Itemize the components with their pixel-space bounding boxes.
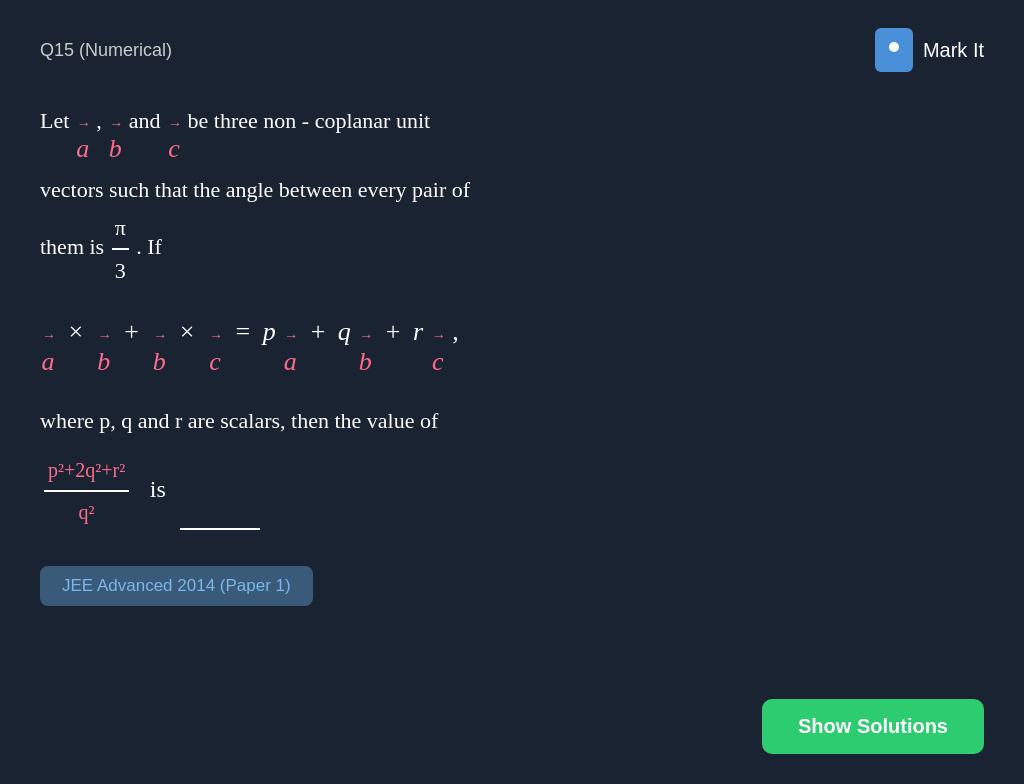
question-content: Let → a , → b and → c be three non - cop… (0, 92, 1024, 666)
show-solutions-label: Show Solutions (798, 715, 948, 737)
pi-fraction: π 3 (112, 209, 129, 290)
fraction-expression: p²+2q²+r² q² is (40, 452, 984, 530)
intro-let: Let (40, 108, 75, 133)
answer-blank (180, 528, 260, 530)
mark-it-label: Mark It (923, 39, 984, 62)
source-tag: JEE Advanced 2014 (Paper 1) (40, 546, 984, 636)
scalar-p: p (263, 317, 276, 346)
main-equation: → a × → b + → b × → c = p → a + q → b + … (40, 309, 984, 386)
is-text: is (150, 476, 172, 502)
source-tag-text: JEE Advanced 2014 (Paper 1) (40, 566, 313, 606)
fraction-denominator: q² (75, 492, 99, 530)
comma-1: , (96, 108, 107, 133)
scalar-q: q (338, 317, 351, 346)
eq-vec-c: → c (207, 329, 223, 386)
eq-rhs-c: → c (430, 329, 446, 386)
fraction-numerator: p²+2q²+r² (44, 452, 129, 492)
intro-be: be three non - coplanar unit (188, 108, 431, 133)
show-solutions-button[interactable]: Show Solutions (762, 699, 984, 754)
comma-end: , (452, 317, 459, 346)
vector-c: → c (166, 117, 182, 171)
intro-vectors: vectors such that the angle between ever… (40, 177, 470, 202)
eq-rhs-b: → b (357, 329, 373, 386)
scalar-r: r (413, 317, 423, 346)
intro-them: them is (40, 234, 110, 259)
vector-a: → a (75, 117, 91, 171)
main-fraction: p²+2q²+r² q² (44, 452, 129, 530)
intro-if: . If (136, 234, 162, 259)
eq-rhs-a: → a (282, 329, 298, 386)
mark-it-button[interactable]: Mark It (875, 28, 984, 72)
vector-b: → b (107, 117, 123, 171)
eq-vec-b1: → b (96, 329, 112, 386)
where-label: where p, q and r are scalars, then the v… (40, 408, 438, 433)
eq-vec-b2: → b (151, 329, 167, 386)
bookmark-icon (875, 28, 913, 72)
eq-vec-a: → a (40, 329, 56, 386)
question-intro: Let → a , → b and → c be three non - cop… (40, 102, 984, 289)
question-label: Q15 (Numerical) (40, 40, 172, 61)
where-text: where p, q and r are scalars, then the v… (40, 402, 984, 439)
and-text: and (129, 108, 166, 133)
